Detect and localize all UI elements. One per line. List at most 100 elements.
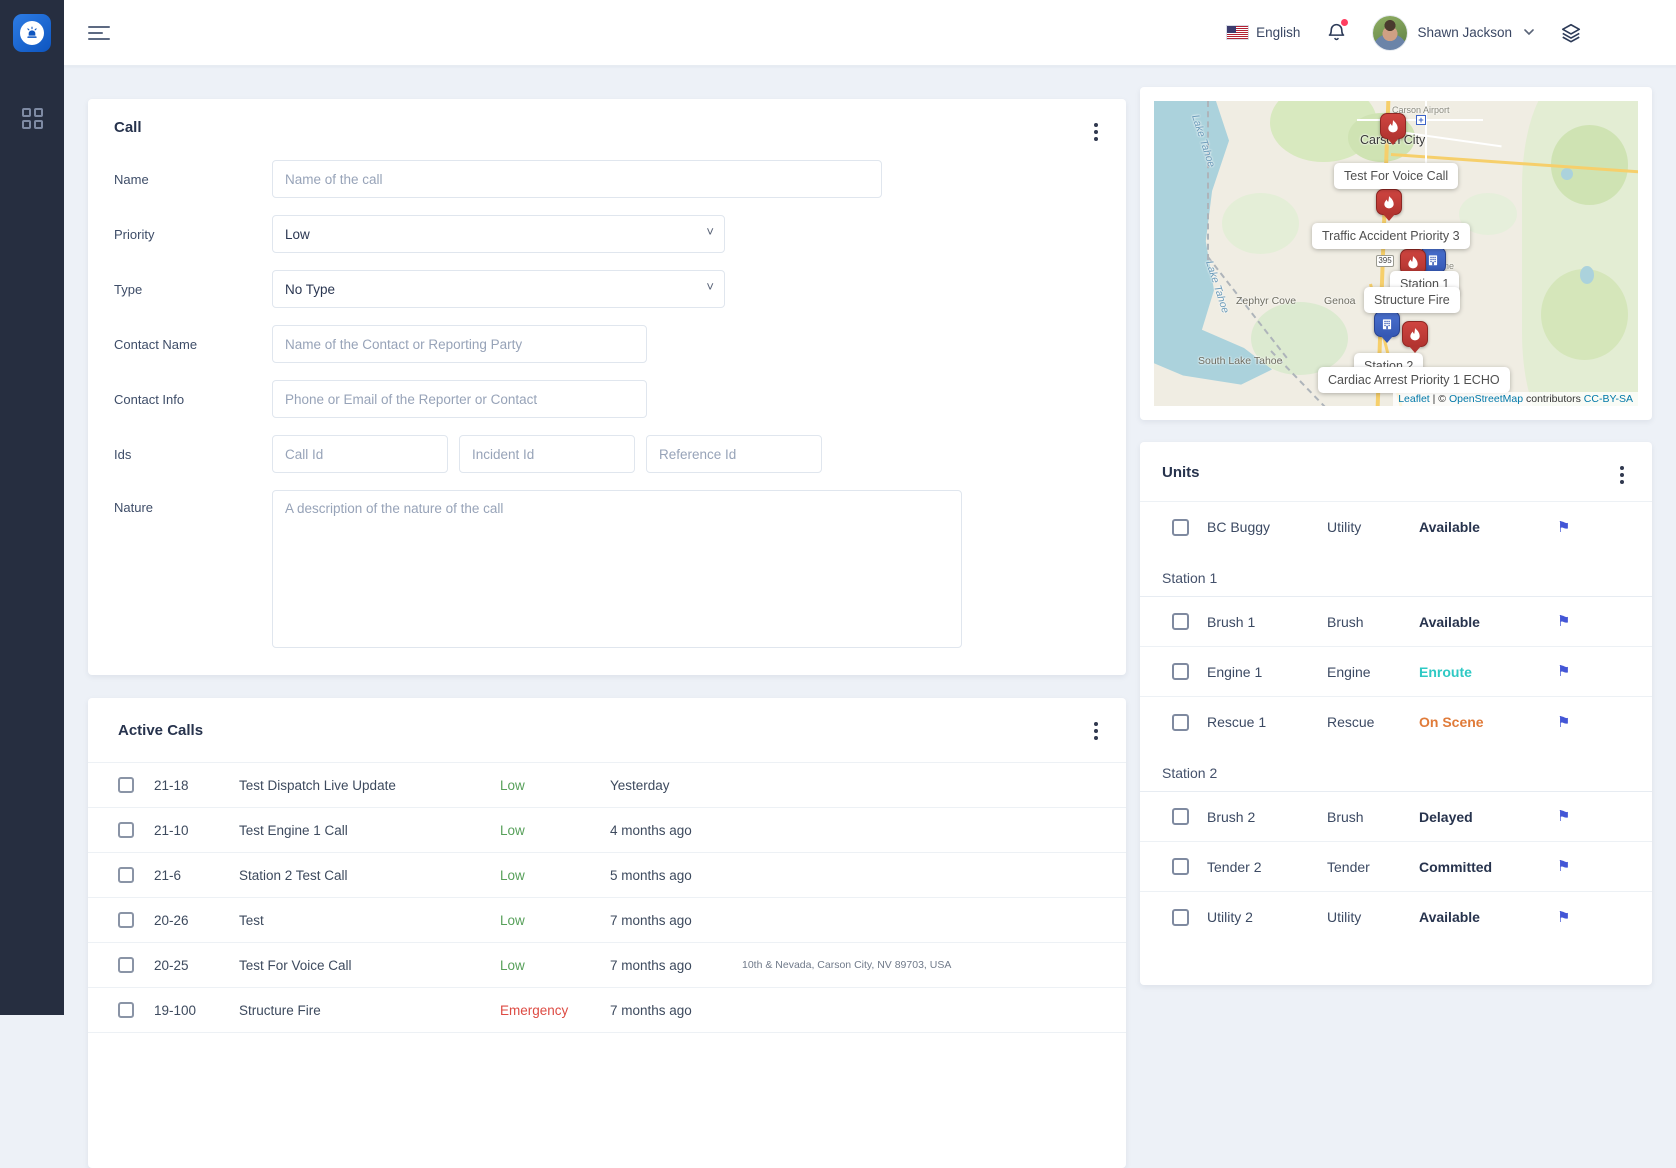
units-kebab-menu-icon[interactable] [1618, 464, 1626, 486]
notifications-button[interactable] [1326, 22, 1347, 43]
app-logo[interactable] [13, 14, 51, 52]
station-group-header: Station 1 [1140, 552, 1652, 597]
row-checkbox[interactable] [118, 912, 134, 928]
active-call-row[interactable]: 20-26 Test Low 7 months ago [88, 898, 1126, 943]
unit-row[interactable]: Brush 2 Brush Delayed ⚑ [1140, 792, 1652, 842]
call-id: 21-6 [154, 868, 239, 883]
unit-name: Brush 1 [1207, 614, 1327, 630]
call-priority: Emergency [500, 1003, 610, 1018]
unit-type: Engine [1327, 664, 1419, 680]
leaflet-link[interactable]: Leaflet [1398, 393, 1430, 405]
route-395-shield: 395 [1376, 255, 1394, 267]
unit-row[interactable]: Engine 1 Engine Enroute ⚑ [1140, 647, 1652, 697]
unit-checkbox[interactable] [1172, 613, 1189, 630]
map-card: Carson City Carson Airport + Lake Tahoe … [1140, 87, 1652, 420]
call-card-kebab-menu-icon[interactable] [1092, 121, 1100, 143]
unit-row[interactable]: Tender 2 Tender Committed ⚑ [1140, 842, 1652, 892]
contact-info-input[interactable] [272, 380, 647, 418]
flag-icon[interactable]: ⚑ [1557, 859, 1570, 874]
active-call-row[interactable]: 20-25 Test For Voice Call Low 7 months a… [88, 943, 1126, 988]
map-tooltip[interactable]: Test For Voice Call [1334, 163, 1458, 189]
reference-id-input[interactable] [646, 435, 822, 473]
nature-label: Nature [114, 490, 272, 515]
call-name[interactable]: Station 2 Test Call [239, 868, 500, 883]
unit-status: Delayed [1419, 809, 1557, 825]
call-id-input[interactable] [272, 435, 448, 473]
station-marker[interactable] [1374, 311, 1400, 337]
flag-icon[interactable]: ⚑ [1557, 910, 1570, 925]
map-label-genoa: Genoa [1324, 295, 1356, 307]
call-time: 7 months ago [610, 958, 742, 973]
fire-call-marker[interactable] [1380, 113, 1406, 139]
row-checkbox[interactable] [118, 777, 134, 793]
flag-icon[interactable]: ⚑ [1557, 520, 1570, 535]
unit-checkbox[interactable] [1172, 519, 1189, 536]
user-menu[interactable]: Shawn Jackson [1373, 16, 1534, 50]
call-time: 7 months ago [610, 1003, 742, 1018]
license-link[interactable]: CC-BY-SA [1584, 393, 1633, 405]
unit-checkbox[interactable] [1172, 714, 1189, 731]
call-priority: Low [500, 868, 610, 883]
active-calls-kebab-menu-icon[interactable] [1092, 720, 1100, 742]
unit-checkbox[interactable] [1172, 663, 1189, 680]
call-address: 10th & Nevada, Carson City, NV 89703, US… [742, 959, 1126, 971]
map-tooltip[interactable]: Cardiac Arrest Priority 1 ECHO [1318, 367, 1510, 393]
units-card: Units BC Buggy Utility Available ⚑ Stati… [1140, 442, 1652, 985]
unit-checkbox[interactable] [1172, 909, 1189, 926]
unit-row[interactable]: Rescue 1 Rescue On Scene ⚑ [1140, 697, 1652, 747]
dispatch-map[interactable]: Carson City Carson Airport + Lake Tahoe … [1154, 101, 1638, 406]
map-tooltip[interactable]: Structure Fire [1364, 287, 1460, 313]
fire-call-marker[interactable] [1376, 189, 1402, 215]
call-name[interactable]: Test Dispatch Live Update [239, 778, 500, 793]
osm-link[interactable]: OpenStreetMap [1449, 393, 1523, 405]
building-icon [1426, 253, 1440, 267]
language-selector[interactable]: English [1227, 25, 1300, 40]
unit-row[interactable]: Brush 1 Brush Available ⚑ [1140, 597, 1652, 647]
incident-id-input[interactable] [459, 435, 635, 473]
call-name[interactable]: Test For Voice Call [239, 958, 500, 973]
row-checkbox[interactable] [118, 822, 134, 838]
call-card-title: Call [114, 119, 1100, 136]
call-name[interactable]: Test [239, 913, 500, 928]
unit-row[interactable]: Utility 2 Utility Available ⚑ [1140, 892, 1652, 942]
layers-icon[interactable] [1560, 22, 1582, 44]
active-calls-card: Active Calls 21-18 Test Dispatch Live Up… [88, 698, 1126, 1168]
flag-icon[interactable]: ⚑ [1557, 715, 1570, 730]
hamburger-menu-icon[interactable] [88, 22, 112, 44]
unit-checkbox[interactable] [1172, 858, 1189, 875]
unit-row[interactable]: BC Buggy Utility Available ⚑ [1140, 502, 1652, 552]
call-id: 20-25 [154, 958, 239, 973]
flag-icon[interactable]: ⚑ [1557, 809, 1570, 824]
call-name[interactable]: Structure Fire [239, 1003, 500, 1018]
contact-name-input[interactable] [272, 325, 647, 363]
unit-name: Rescue 1 [1207, 714, 1327, 730]
active-call-row[interactable]: 21-18 Test Dispatch Live Update Low Yest… [88, 763, 1126, 808]
chevron-down-icon [1524, 29, 1534, 36]
active-call-row[interactable]: 21-10 Test Engine 1 Call Low 4 months ag… [88, 808, 1126, 853]
unit-checkbox[interactable] [1172, 808, 1189, 825]
map-tooltip[interactable]: Traffic Accident Priority 3 [1312, 223, 1470, 249]
fire-call-marker[interactable] [1402, 321, 1428, 347]
unit-status: Available [1419, 519, 1557, 535]
nature-textarea[interactable] [272, 490, 962, 648]
row-checkbox[interactable] [118, 1002, 134, 1018]
row-checkbox[interactable] [118, 957, 134, 973]
flag-icon[interactable]: ⚑ [1557, 614, 1570, 629]
active-call-row[interactable]: 19-100 Structure Fire Emergency 7 months… [88, 988, 1126, 1033]
airport-icon: + [1416, 115, 1426, 125]
priority-select[interactable]: Low [272, 215, 725, 253]
unit-type: Rescue [1327, 714, 1419, 730]
unit-type: Brush [1327, 809, 1419, 825]
call-name[interactable]: Test Engine 1 Call [239, 823, 500, 838]
type-select[interactable]: No Type [272, 270, 725, 308]
active-call-row[interactable]: 21-6 Station 2 Test Call Low 5 months ag… [88, 853, 1126, 898]
flag-icon[interactable]: ⚑ [1557, 664, 1570, 679]
call-priority: Low [500, 958, 610, 973]
contact-info-label: Contact Info [114, 392, 272, 407]
name-label: Name [114, 172, 272, 187]
sidebar-item-dashboard[interactable] [22, 108, 43, 129]
call-time: 7 months ago [610, 913, 742, 928]
call-name-input[interactable] [272, 160, 882, 198]
row-checkbox[interactable] [118, 867, 134, 883]
active-calls-table: 21-18 Test Dispatch Live Update Low Yest… [88, 762, 1126, 1033]
